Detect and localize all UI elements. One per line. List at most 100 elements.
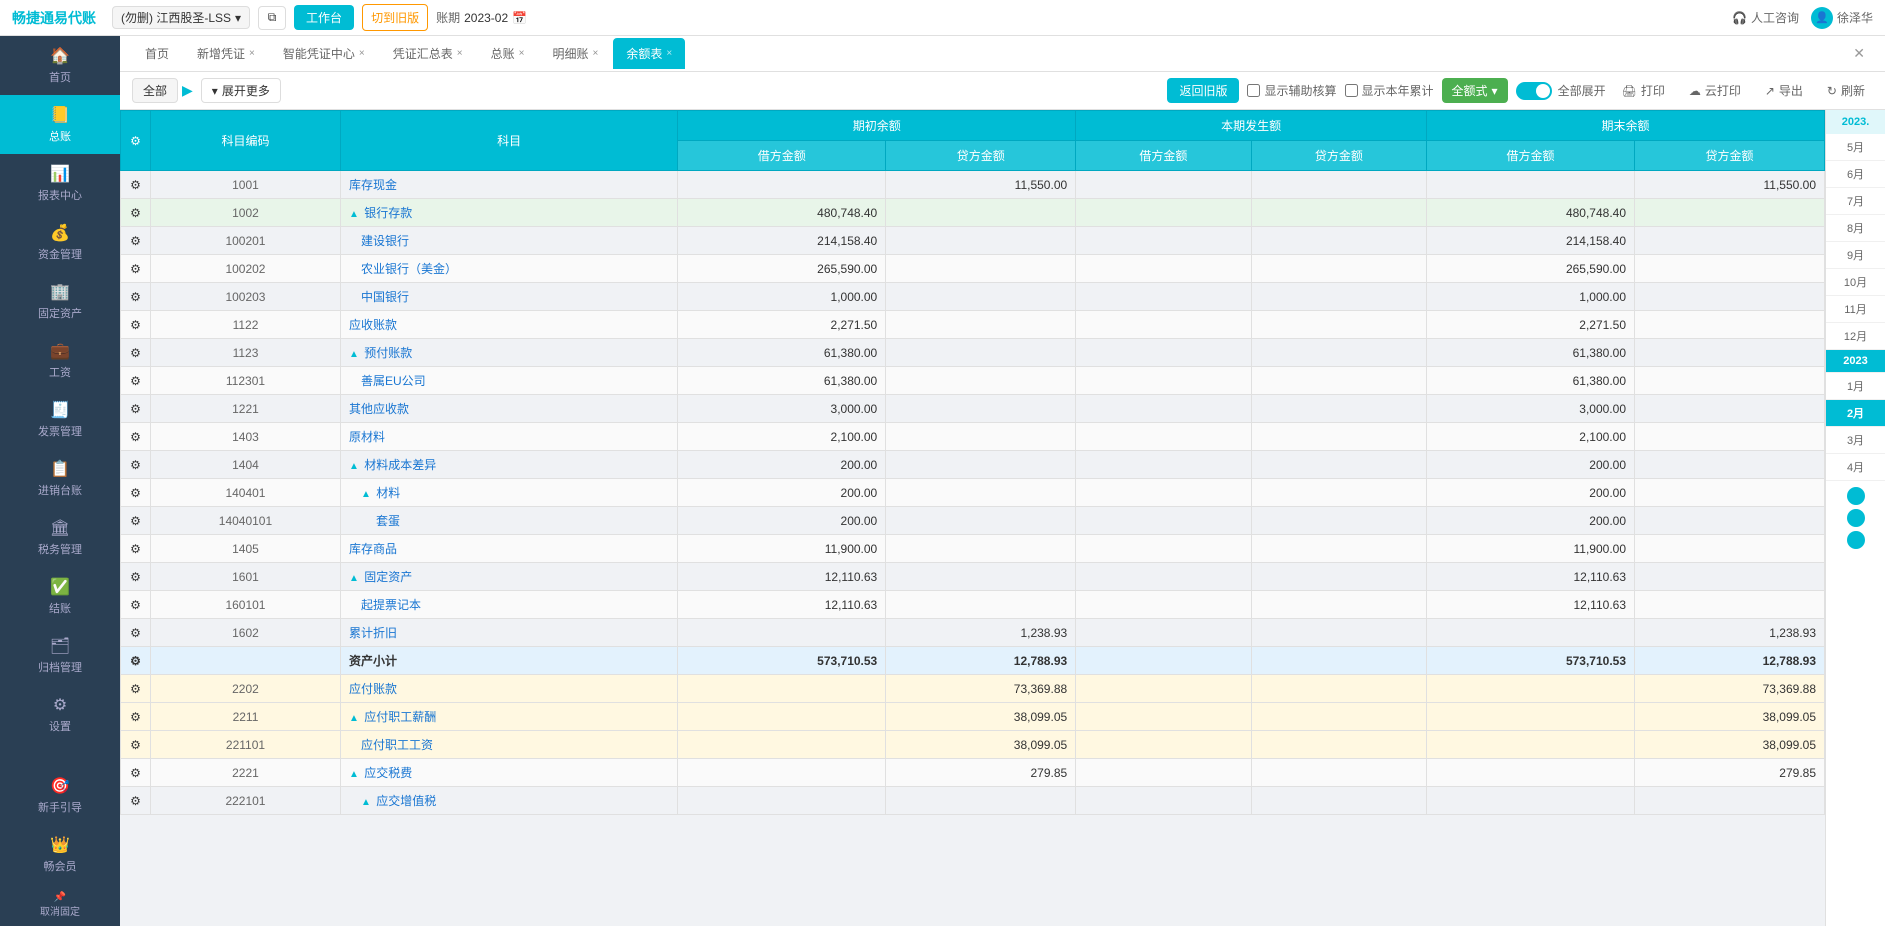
settings-cell[interactable]: ⚙: [121, 507, 151, 535]
expand-icon[interactable]: ▲: [349, 769, 359, 780]
workbench-button[interactable]: 工作台: [294, 5, 354, 30]
right-panel-month-10[interactable]: 10月: [1826, 269, 1885, 296]
cloud-print-btn[interactable]: ☁ 云打印: [1681, 79, 1749, 102]
settings-cell[interactable]: ⚙: [121, 759, 151, 787]
account-link[interactable]: 银行存款: [364, 206, 412, 220]
close-all-tabs[interactable]: ✕: [1845, 45, 1873, 62]
account-link[interactable]: 建设银行: [361, 234, 409, 248]
settings-cell[interactable]: ⚙: [121, 423, 151, 451]
sidebar-item-guide[interactable]: 🎯 新手引导: [0, 766, 120, 825]
right-panel-icon-3[interactable]: [1847, 531, 1865, 549]
account-link[interactable]: 善属EU公司: [361, 374, 426, 388]
copy-button[interactable]: ⧉: [258, 6, 286, 30]
right-panel-year-2023[interactable]: 2023: [1826, 350, 1885, 373]
settings-cell[interactable]: ⚙: [121, 703, 151, 731]
settings-cell[interactable]: ⚙: [121, 283, 151, 311]
tab-balance-close[interactable]: ×: [666, 48, 672, 59]
refresh-btn[interactable]: ↻ 刷新: [1819, 79, 1873, 102]
account-link[interactable]: 材料: [376, 486, 400, 500]
right-panel-month-5[interactable]: 5月: [1826, 134, 1885, 161]
account-link[interactable]: 应交增值税: [376, 794, 436, 808]
settings-cell[interactable]: ⚙: [121, 479, 151, 507]
all-filter-btn[interactable]: 全部: [132, 78, 178, 103]
tab-smart-voucher[interactable]: 智能凭证中心 ×: [270, 38, 378, 69]
right-panel-month-8[interactable]: 8月: [1826, 215, 1885, 242]
tab-home[interactable]: 首页: [132, 38, 182, 69]
show-ytd-checkbox[interactable]: 显示本年累计: [1345, 82, 1434, 99]
name-cell[interactable]: ▲ 应付职工薪酬: [340, 703, 677, 731]
tab-voucher-summary-close[interactable]: ×: [457, 48, 463, 59]
expand-icon[interactable]: ▲: [349, 573, 359, 584]
tab-balance[interactable]: 余额表 ×: [613, 38, 685, 69]
tab-smart-voucher-close[interactable]: ×: [359, 48, 365, 59]
sidebar-item-funds[interactable]: 💰 资金管理: [0, 213, 120, 272]
tab-voucher-summary[interactable]: 凭证汇总表 ×: [380, 38, 476, 69]
name-cell[interactable]: ▲ 固定资产: [340, 563, 677, 591]
user-info[interactable]: 👤 徐泽华: [1811, 7, 1873, 29]
tab-general-ledger-close[interactable]: ×: [519, 48, 525, 59]
account-link[interactable]: 应付职工工资: [361, 738, 433, 752]
settings-cell[interactable]: ⚙: [121, 647, 151, 675]
right-panel-icon-2[interactable]: [1847, 509, 1865, 527]
sidebar-item-payroll[interactable]: 💼 工资: [0, 331, 120, 390]
account-link[interactable]: 中国银行: [361, 290, 409, 304]
settings-cell[interactable]: ⚙: [121, 395, 151, 423]
account-link[interactable]: 应付职工薪酬: [364, 710, 436, 724]
sidebar-item-closing[interactable]: ✅ 结账: [0, 567, 120, 626]
account-link[interactable]: 起提票记本: [361, 598, 421, 612]
expand-icon[interactable]: ▲: [349, 209, 359, 220]
tab-detailed-ledger[interactable]: 明细账 ×: [539, 38, 611, 69]
tab-new-voucher[interactable]: 新增凭证 ×: [184, 38, 268, 69]
settings-cell[interactable]: ⚙: [121, 227, 151, 255]
right-panel-month-12[interactable]: 12月: [1826, 323, 1885, 350]
name-cell[interactable]: ▲ 预付账款: [340, 339, 677, 367]
tab-detailed-ledger-close[interactable]: ×: [592, 48, 598, 59]
expand-icon[interactable]: ▲: [361, 797, 371, 808]
table-scroll[interactable]: ⚙ 科目编码 科目 期初余额 本期发生额 期末余额 借方金额 贷方金额 借方金额…: [120, 110, 1825, 926]
account-link[interactable]: 其他应收款: [349, 402, 409, 416]
account-link[interactable]: 累计折旧: [349, 626, 397, 640]
right-panel-month-1[interactable]: 1月: [1826, 373, 1885, 400]
fix-sidebar-btn[interactable]: 📌 取消固定: [0, 884, 120, 926]
switch-version-button[interactable]: 切到旧版: [362, 4, 428, 31]
name-cell[interactable]: ▲ 材料: [340, 479, 677, 507]
settings-cell[interactable]: ⚙: [121, 787, 151, 815]
company-select[interactable]: (勿删) 江西股圣-LSS ▾: [112, 6, 250, 29]
sidebar-item-home[interactable]: 🏠 首页: [0, 36, 120, 95]
sidebar-item-ledger[interactable]: 📒 总账: [0, 95, 120, 154]
settings-cell[interactable]: ⚙: [121, 731, 151, 759]
account-link[interactable]: 应收账款: [349, 318, 397, 332]
right-panel-month-4[interactable]: 4月: [1826, 454, 1885, 481]
settings-cell[interactable]: ⚙: [121, 367, 151, 395]
account-link[interactable]: 材料成本差异: [364, 458, 436, 472]
account-link[interactable]: 应付账款: [349, 682, 397, 696]
account-link[interactable]: 固定资产: [364, 570, 412, 584]
expand-icon[interactable]: ▲: [349, 713, 359, 724]
sidebar-item-sales[interactable]: 📋 进销台账: [0, 449, 120, 508]
return-old-btn[interactable]: 返回旧版: [1167, 78, 1239, 103]
tab-new-voucher-close[interactable]: ×: [249, 48, 255, 59]
settings-cell[interactable]: ⚙: [121, 591, 151, 619]
full-mode-btn[interactable]: 全额式 ▾: [1442, 78, 1508, 103]
sidebar-item-settings[interactable]: ⚙ 设置: [0, 685, 120, 744]
sidebar-item-tax[interactable]: 🏛 税务管理: [0, 508, 120, 567]
name-cell[interactable]: ▲ 银行存款: [340, 199, 677, 227]
right-panel-month-7[interactable]: 7月: [1826, 188, 1885, 215]
expand-more-btn[interactable]: ▾ 展开更多: [201, 78, 281, 103]
consult-btn[interactable]: 🎧 人工咨询: [1732, 9, 1799, 26]
expand-icon[interactable]: ▲: [361, 489, 371, 500]
name-cell[interactable]: ▲ 应交税费: [340, 759, 677, 787]
right-panel-month-9[interactable]: 9月: [1826, 242, 1885, 269]
account-link[interactable]: 库存现金: [349, 178, 397, 192]
settings-cell[interactable]: ⚙: [121, 171, 151, 199]
settings-cell[interactable]: ⚙: [121, 675, 151, 703]
settings-cell[interactable]: ⚙: [121, 339, 151, 367]
expand-icon[interactable]: ▲: [349, 349, 359, 360]
right-panel-month-3[interactable]: 3月: [1826, 427, 1885, 454]
name-cell[interactable]: ▲ 材料成本差异: [340, 451, 677, 479]
sidebar-item-member[interactable]: 👑 畅会员: [0, 825, 120, 884]
settings-cell[interactable]: ⚙: [121, 199, 151, 227]
settings-cell[interactable]: ⚙: [121, 535, 151, 563]
sidebar-item-archive[interactable]: 🗂 归档管理: [0, 626, 120, 685]
tab-general-ledger[interactable]: 总账 ×: [478, 38, 538, 69]
